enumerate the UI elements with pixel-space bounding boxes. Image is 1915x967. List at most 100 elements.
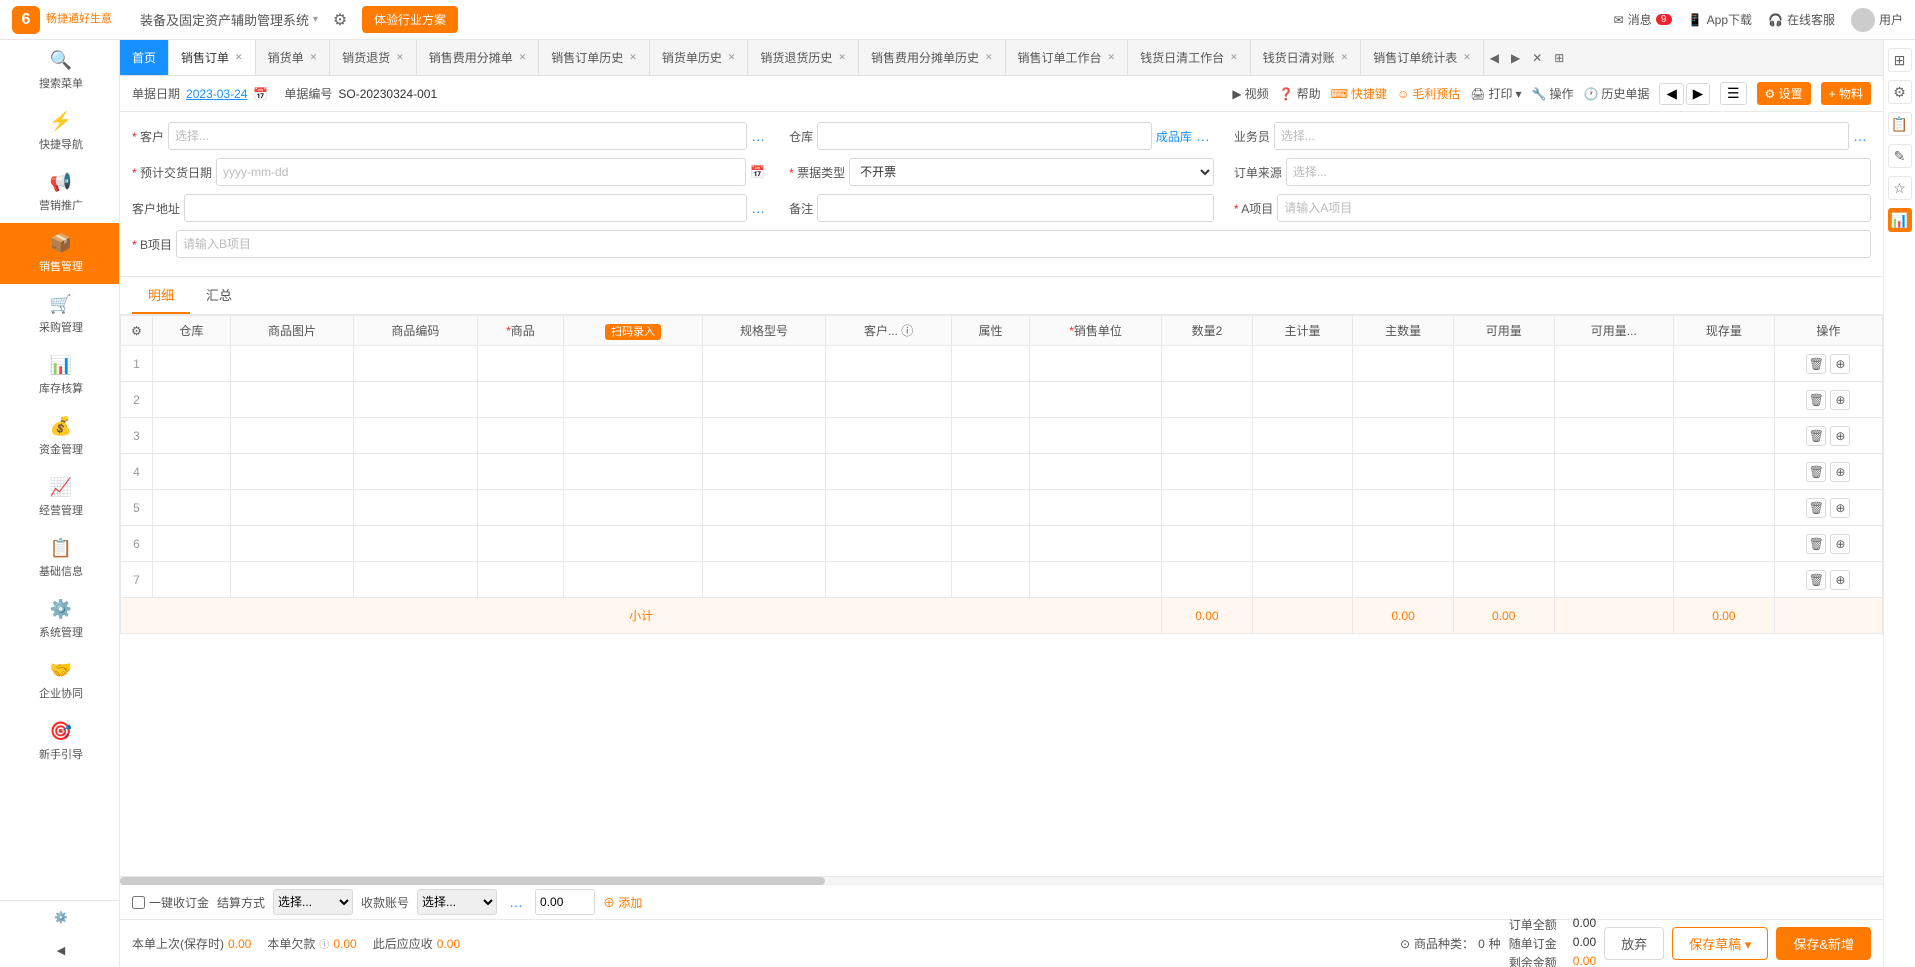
account-dots-btn[interactable]: … [505, 894, 527, 910]
tab-order-workbench-close[interactable]: ✕ [1108, 52, 1116, 63]
customer-address-input[interactable] [184, 194, 747, 222]
row-attribute[interactable] [952, 490, 1030, 526]
sidebar-item-sales[interactable]: 📦 销售管理 [0, 223, 119, 284]
row-sales-unit[interactable] [1029, 418, 1161, 454]
salesperson-input[interactable] [1274, 122, 1849, 150]
tab-sales-stats-close[interactable]: ✕ [1463, 52, 1471, 63]
row-product[interactable] [477, 490, 564, 526]
row-main-qty[interactable] [1353, 382, 1454, 418]
list-view-btn[interactable]: ☰ [1720, 82, 1747, 105]
sidebar-collapse[interactable]: ◀ [0, 934, 119, 967]
row-copy-btn[interactable]: ⊕ [1830, 462, 1850, 482]
row-product-code[interactable] [354, 418, 477, 454]
row-product[interactable] [477, 454, 564, 490]
row-attribute[interactable] [952, 418, 1030, 454]
scrollbar-thumb[interactable] [120, 877, 825, 885]
row-attribute[interactable] [952, 526, 1030, 562]
tab-sales-expense[interactable]: 销售费用分摊单 ✕ [417, 40, 540, 76]
row-product[interactable] [477, 382, 564, 418]
b-project-input[interactable] [176, 230, 1871, 258]
row-qty2[interactable] [1162, 418, 1253, 454]
right-panel-btn-1[interactable]: ⊞ [1888, 48, 1912, 72]
row-customer-ref[interactable] [826, 346, 952, 382]
tab-sales-refund-close[interactable]: ✕ [396, 52, 404, 63]
row-main-qty[interactable] [1353, 562, 1454, 598]
tab-detail[interactable]: 明细 [132, 277, 190, 314]
solution-button[interactable]: 体验行业方案 [362, 6, 458, 33]
row-delete-btn[interactable]: 🗑 [1806, 390, 1826, 410]
row-qty2[interactable] [1162, 346, 1253, 382]
tab-sales-refund-history[interactable]: 销货退货历史 ✕ [748, 40, 859, 76]
row-warehouse[interactable] [153, 526, 231, 562]
tab-prev-button[interactable]: ◀ [1484, 40, 1505, 76]
delivery-calendar-icon[interactable]: 📅 [746, 165, 769, 179]
history-btn[interactable]: 🕐 历史单据 [1583, 85, 1649, 102]
one-click-checkbox[interactable] [132, 896, 145, 909]
tab-window-button[interactable]: ⊞ [1548, 40, 1570, 76]
tab-sales-order-close[interactable]: ✕ [235, 52, 243, 63]
address-dots-btn[interactable]: … [747, 200, 769, 216]
row-qty2[interactable] [1162, 526, 1253, 562]
right-panel-btn-6[interactable]: 📊 [1888, 208, 1912, 232]
order-source-input[interactable] [1286, 158, 1871, 186]
amount-input[interactable] [535, 889, 595, 915]
date-value[interactable]: 2023-03-24 [186, 87, 247, 101]
save-draft-button[interactable]: 保存草稿 ▾ [1672, 927, 1768, 960]
tab-expense-split-history[interactable]: 销售费用分摊单历史 ✕ [859, 40, 1006, 76]
invoice-type-select[interactable]: 不开票 [849, 158, 1214, 186]
row-delete-btn[interactable]: 🗑 [1806, 426, 1826, 446]
tab-sales-return-close[interactable]: ✕ [310, 52, 318, 63]
row-spec[interactable] [702, 490, 825, 526]
row-spec[interactable] [702, 382, 825, 418]
row-customer-ref[interactable] [826, 526, 952, 562]
app-download-item[interactable]: 📱 App下载 [1688, 11, 1752, 28]
notifications-item[interactable]: ✉ 消息 9 [1614, 11, 1672, 28]
settings-btn[interactable]: ⚙ 设置 [1757, 82, 1811, 105]
row-qty2[interactable] [1162, 454, 1253, 490]
delivery-input[interactable] [216, 158, 746, 186]
col-gear[interactable]: ⚙ [121, 316, 153, 346]
sidebar-bottom-settings[interactable]: ⚙️ [0, 901, 119, 934]
row-product-code[interactable] [354, 562, 477, 598]
help-btn[interactable]: ❓ 帮助 [1279, 85, 1321, 102]
row-warehouse[interactable] [153, 454, 231, 490]
row-sales-unit[interactable] [1029, 562, 1161, 598]
horizontal-scrollbar[interactable] [120, 876, 1883, 884]
row-customer-ref[interactable] [826, 490, 952, 526]
row-delete-btn[interactable]: 🗑 [1806, 498, 1826, 518]
tab-sales-refund[interactable]: 销货退货 ✕ [330, 40, 417, 76]
tab-cash-account[interactable]: 钱货日清对账 ✕ [1251, 40, 1362, 76]
row-delete-btn[interactable]: 🗑 [1806, 462, 1826, 482]
customer-dots-btn[interactable]: … [747, 128, 769, 144]
row-attribute[interactable] [952, 562, 1030, 598]
tab-order-workbench[interactable]: 销售订单工作台 ✕ [1006, 40, 1129, 76]
add-payment-btn[interactable]: ⊕ 添加 [603, 894, 642, 911]
row-customer-ref[interactable] [826, 562, 952, 598]
row-customer-ref[interactable] [826, 418, 952, 454]
row-main-qty[interactable] [1353, 490, 1454, 526]
tab-cash-account-close[interactable]: ✕ [1341, 52, 1349, 63]
row-spec[interactable] [702, 454, 825, 490]
row-product-code[interactable] [354, 454, 477, 490]
warehouse-dots-btn[interactable]: … [1192, 128, 1214, 144]
tab-sales-return[interactable]: 销货单 ✕ [256, 40, 331, 76]
row-warehouse[interactable] [153, 418, 231, 454]
row-sales-unit[interactable] [1029, 526, 1161, 562]
row-customer-ref[interactable] [826, 454, 952, 490]
system-name[interactable]: 装备及固定资产辅助管理系统 ▾ [140, 10, 318, 29]
right-panel-btn-5[interactable]: ☆ [1888, 176, 1912, 200]
row-product[interactable] [477, 346, 564, 382]
sidebar-item-purchase[interactable]: 🛒 采购管理 [0, 284, 119, 345]
row-warehouse[interactable] [153, 490, 231, 526]
tab-sales-order-history-close[interactable]: ✕ [629, 52, 637, 63]
discard-button[interactable]: 放弃 [1604, 927, 1664, 960]
view-btn[interactable]: ▶ 视频 [1232, 85, 1268, 102]
add-material-btn[interactable]: + 物料 [1821, 82, 1871, 105]
row-attribute[interactable] [952, 454, 1030, 490]
tab-summary[interactable]: 汇总 [190, 277, 248, 314]
a-project-input[interactable] [1277, 194, 1871, 222]
online-support-item[interactable]: 🎧 在线客服 [1768, 11, 1835, 28]
warehouse-input[interactable] [817, 122, 1152, 150]
tab-sales-stats[interactable]: 销售订单统计表 ✕ [1361, 40, 1484, 76]
row-delete-btn[interactable]: 🗑 [1806, 534, 1826, 554]
